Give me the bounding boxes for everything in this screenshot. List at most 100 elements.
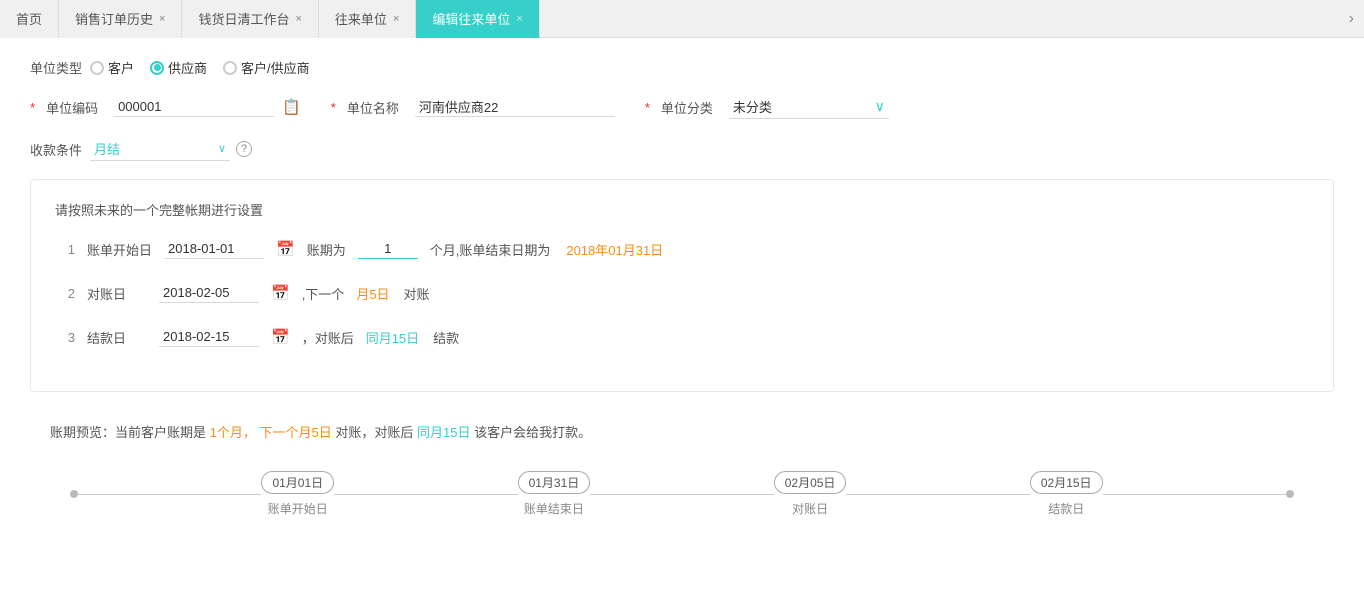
timeline-node-3: 02月05日 对账日 <box>774 471 847 517</box>
radio-customer[interactable]: 客户 <box>90 58 134 77</box>
preview-period: 1个月， <box>210 425 256 440</box>
unit-name-input[interactable] <box>415 97 615 117</box>
unit-code-copy-icon[interactable]: 📋 <box>282 98 301 116</box>
step-3-label: 结款日 <box>87 328 147 347</box>
step-2-desc-post: 对账 <box>404 284 430 303</box>
period-settings-box: 请按照未来的一个完整帐期进行设置 1 账单开始日 📅 账期为 个月,账单结束日期… <box>30 179 1334 392</box>
timeline-pill-4: 02月15日 <box>1030 471 1103 494</box>
payment-terms-row: 收款条件 月结 ∨ ? <box>30 137 1334 161</box>
step-3-calendar-icon[interactable]: 📅 <box>271 328 290 346</box>
step-2-date-input[interactable] <box>159 283 259 303</box>
radio-both[interactable]: 客户/供应商 <box>223 58 310 77</box>
step-3-date-input[interactable] <box>159 327 259 347</box>
step-1-label: 账单开始日 <box>87 240 152 259</box>
unit-class-value: 未分类 <box>733 97 875 116</box>
preview-reconcile: 下一个月5日 <box>260 425 332 440</box>
step-2-desc-pre: ,下一个 <box>302 284 345 303</box>
step-1-desc-suffix: 个月,账单结束日期为 <box>430 240 551 259</box>
timeline-line-1 <box>78 494 261 495</box>
preview-prefix: 账期预览：当前客户账期是 <box>50 425 206 440</box>
timeline-node-2: 01月31日 账单结束日 <box>518 471 591 517</box>
step-2-row: 2 对账日 📅 ,下一个 月5日 对账 <box>55 283 1309 303</box>
unit-class-group: * 单位分类 未分类 ∨ <box>645 95 889 119</box>
step-1-date-input[interactable] <box>164 239 264 259</box>
unit-class-label: 单位分类 <box>661 98 713 117</box>
step-1-desc-prefix: 账期为 <box>307 240 346 259</box>
unit-class-star: * <box>645 100 650 115</box>
step-1-row: 1 账单开始日 📅 账期为 个月,账单结束日期为 2018年01月31日 <box>55 239 1309 259</box>
unit-type-label: 单位类型 <box>30 58 82 77</box>
tab-partner[interactable]: 往来单位 × <box>319 0 416 38</box>
step-1-calendar-icon[interactable]: 📅 <box>276 240 295 258</box>
step-2-calendar-icon[interactable]: 📅 <box>271 284 290 302</box>
timeline-line-2 <box>334 494 517 495</box>
unit-fields-row: * 单位编码 📋 * 单位名称 * 单位分类 未分类 ∨ <box>30 95 1334 119</box>
tabs-bar: 首页 销售订单历史 × 钱货日清工作台 × 往来单位 × 编辑往来单位 × › <box>0 0 1364 38</box>
timeline-line-5 <box>1103 494 1286 495</box>
unit-code-label: 单位编码 <box>46 98 98 117</box>
tab-sales-history-close[interactable]: × <box>159 13 165 25</box>
period-input[interactable] <box>358 239 418 259</box>
step-3-row: 3 结款日 📅 ，对账后 同月15日 结款 <box>55 327 1309 347</box>
radio-customer-label: 客户 <box>108 58 134 77</box>
unit-class-select[interactable]: 未分类 ∨ <box>729 95 889 119</box>
tab-cash-work-label: 钱货日清工作台 <box>198 9 289 28</box>
step-3-desc-post: 结款 <box>433 328 459 347</box>
timeline-pill-1: 01月01日 <box>261 471 334 494</box>
payment-terms-value: 月结 <box>94 139 214 158</box>
timeline-label-1: 账单开始日 <box>268 500 328 517</box>
tab-sales-history[interactable]: 销售订单历史 × <box>59 0 182 38</box>
tab-partner-label: 往来单位 <box>335 9 387 28</box>
step-3-highlight-teal: 同月15日 <box>366 328 419 347</box>
preview-suffix: 该客户会给我打款。 <box>474 425 591 440</box>
timeline-pill-2: 01月31日 <box>518 471 591 494</box>
unit-name-star: * <box>331 100 336 115</box>
step-3-desc-pre: ，对账后 <box>302 328 354 347</box>
timeline-label-2: 账单结束日 <box>524 500 584 517</box>
radio-supplier-label: 供应商 <box>168 58 207 77</box>
payment-terms-help-icon[interactable]: ? <box>236 141 252 157</box>
step-2-highlight-orange: 月5日 <box>356 284 389 303</box>
timeline-end-dot <box>1286 490 1294 498</box>
radio-both-label: 客户/供应商 <box>241 58 310 77</box>
main-content: 单位类型 客户 供应商 客户/供应商 * 单位编码 📋 * 单位名称 <box>0 38 1364 608</box>
preview-section: 账期预览：当前客户账期是 1个月， 下一个月5日 对账，对账后 同月15日 该客… <box>30 408 1334 531</box>
step-2-num: 2 <box>55 286 75 301</box>
timeline-label-3: 对账日 <box>792 500 828 517</box>
preview-payment: 同月15日 <box>417 425 470 440</box>
payment-terms-select[interactable]: 月结 ∨ <box>90 137 230 161</box>
unit-class-chevron-icon: ∨ <box>875 98 885 115</box>
tab-edit-partner-close[interactable]: × <box>516 13 522 25</box>
step-2-label: 对账日 <box>87 284 147 303</box>
timeline-line-3 <box>590 494 773 495</box>
payment-terms-label: 收款条件 <box>30 140 82 159</box>
payment-terms-chevron-icon: ∨ <box>218 142 226 155</box>
timeline-line-4 <box>846 494 1029 495</box>
timeline-start-dot <box>70 490 78 498</box>
tab-home-label: 首页 <box>16 9 42 28</box>
step-3-num: 3 <box>55 330 75 345</box>
unit-code-input[interactable] <box>114 97 274 117</box>
tab-cash-work-close[interactable]: × <box>295 13 301 25</box>
tab-home[interactable]: 首页 <box>0 0 59 38</box>
timeline-container: 01月01日 账单开始日 01月31日 账单结束日 02月05日 对账日 <box>50 461 1314 517</box>
tab-edit-partner[interactable]: 编辑往来单位 × <box>416 0 539 38</box>
box-title: 请按照未来的一个完整帐期进行设置 <box>55 200 1309 219</box>
unit-code-star: * <box>30 100 35 115</box>
preview-text: 账期预览：当前客户账期是 1个月， 下一个月5日 对账，对账后 同月15日 该客… <box>50 422 1314 441</box>
radio-supplier[interactable]: 供应商 <box>150 58 207 77</box>
tab-partner-close[interactable]: × <box>393 13 399 25</box>
unit-code-group: * 单位编码 📋 <box>30 97 301 117</box>
timeline-label-4: 结款日 <box>1048 500 1084 517</box>
timeline-node-4: 02月15日 结款日 <box>1030 471 1103 517</box>
timeline-row: 01月01日 账单开始日 01月31日 账单结束日 02月05日 对账日 <box>70 471 1294 517</box>
tab-cash-work[interactable]: 钱货日清工作台 × <box>182 0 318 38</box>
tab-more-button[interactable]: › <box>1339 10 1364 28</box>
timeline-pill-3: 02月05日 <box>774 471 847 494</box>
unit-name-group: * 单位名称 <box>331 97 615 117</box>
radio-supplier-circle <box>150 61 164 75</box>
tab-edit-partner-label: 编辑往来单位 <box>432 9 510 28</box>
radio-both-circle <box>223 61 237 75</box>
radio-customer-circle <box>90 61 104 75</box>
unit-name-label: 单位名称 <box>347 98 399 117</box>
